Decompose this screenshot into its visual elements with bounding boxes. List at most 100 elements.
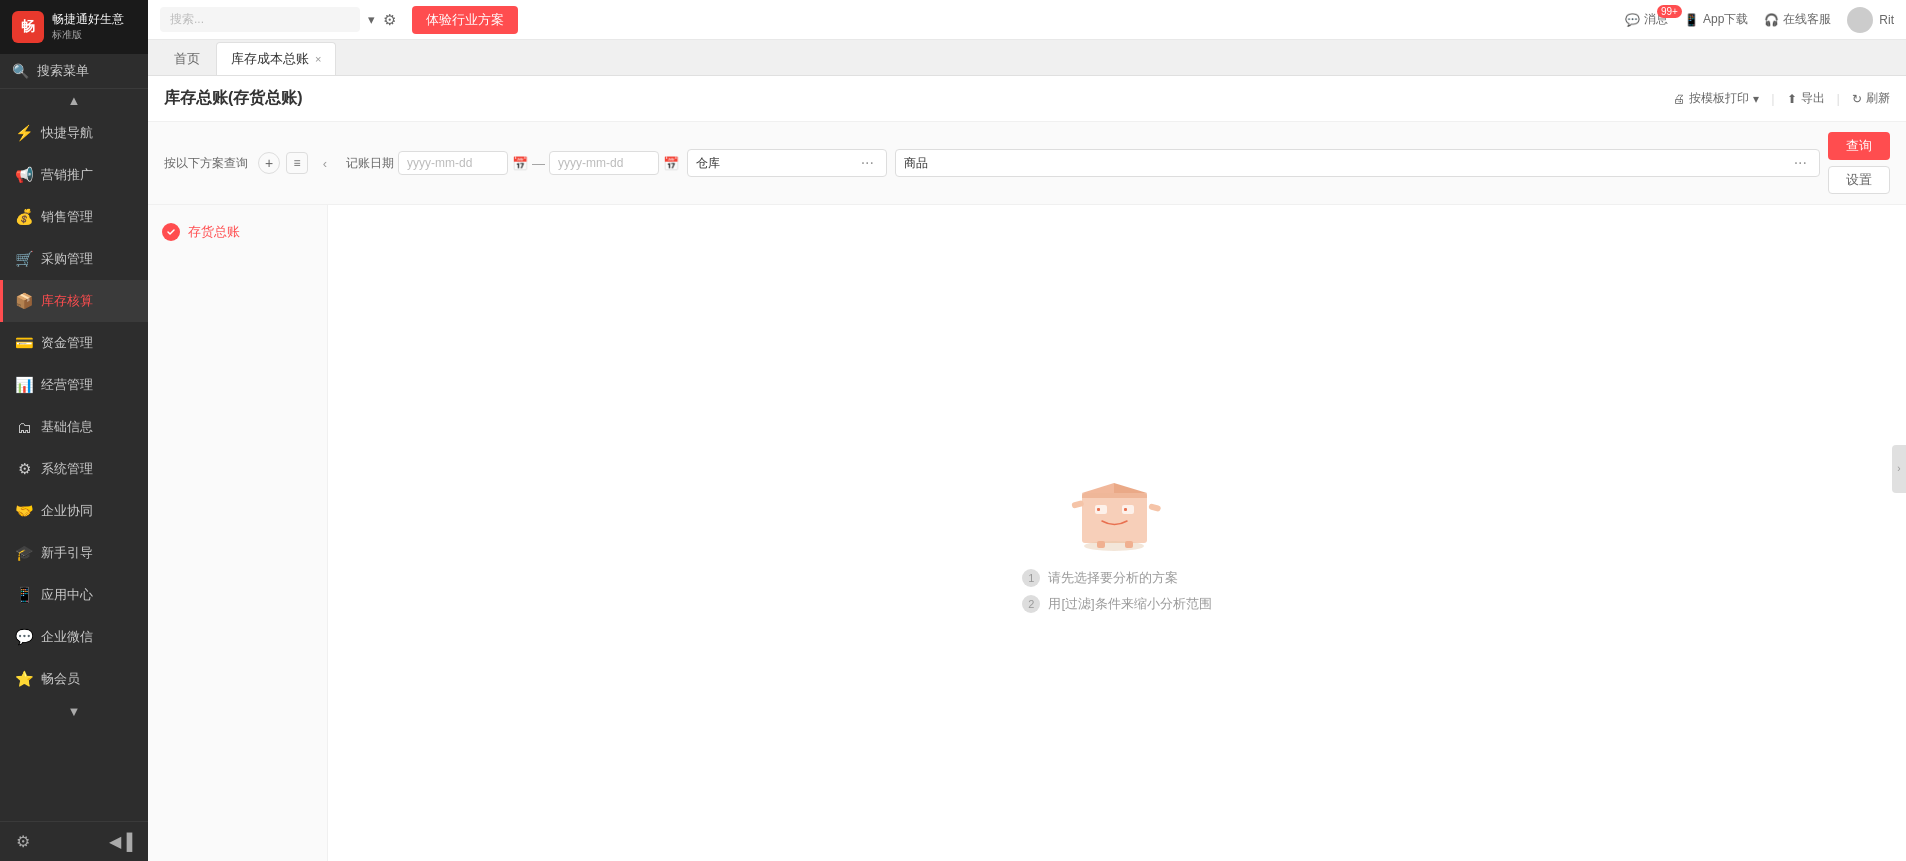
search-icon: 🔍 xyxy=(12,63,29,79)
product-more-icon: ··· xyxy=(1790,154,1811,172)
industry-solution-button[interactable]: 体验行业方案 xyxy=(412,6,518,34)
filter-collapse-btn[interactable]: ≡ xyxy=(286,152,308,174)
sidebar-item-system[interactable]: ⚙ 系统管理 xyxy=(0,448,148,490)
date-end-placeholder: yyyy-mm-dd xyxy=(558,156,623,170)
sidebar-nav: ▲ ⚡ 快捷导航 📢 营销推广 💰 销售管理 🛒 采购管理 📦 库存核算 💳 资… xyxy=(0,89,148,821)
sidebar-item-operations[interactable]: 📊 经营管理 xyxy=(0,364,148,406)
print-label: 按模板打印 xyxy=(1689,90,1749,107)
tab-home[interactable]: 首页 xyxy=(160,43,214,75)
sidebar-item-app-center[interactable]: 📱 应用中心 xyxy=(0,574,148,616)
export-btn[interactable]: ⬆ 导出 xyxy=(1787,90,1825,107)
app-center-icon: 📱 xyxy=(15,586,33,604)
date-label: 记账日期 xyxy=(346,155,394,172)
app-name-block: 畅捷通好生意 标准版 xyxy=(52,12,124,42)
date-end-input[interactable]: yyyy-mm-dd xyxy=(549,151,659,175)
sidebar-item-marketing[interactable]: 📢 营销推广 xyxy=(0,154,148,196)
tab-inventory-ledger[interactable]: 库存成本总账 × xyxy=(216,42,336,75)
query-button[interactable]: 查询 xyxy=(1828,132,1890,160)
system-icon: ⚙ xyxy=(15,460,33,478)
sidebar-search-menu[interactable]: 🔍 搜索菜单 xyxy=(0,54,148,89)
date-start-input[interactable]: yyyy-mm-dd xyxy=(398,151,508,175)
sales-icon: 💰 xyxy=(15,208,33,226)
sidebar-item-inventory[interactable]: 📦 库存核算 xyxy=(0,280,148,322)
topbar-dropdown-btn[interactable]: ▾ xyxy=(368,12,375,27)
calendar-end-icon[interactable]: 📅 xyxy=(663,156,679,171)
purchase-icon: 🛒 xyxy=(15,250,33,268)
svg-rect-2 xyxy=(1082,493,1147,498)
sidebar-item-basic-info[interactable]: 🗂 基础信息 xyxy=(0,406,148,448)
sidebar-item-member[interactable]: ⭐ 畅会员 xyxy=(0,658,148,700)
sidebar-item-guide[interactable]: 🎓 新手引导 xyxy=(0,532,148,574)
topbar-search-area[interactable]: 搜索... xyxy=(160,7,360,32)
sidebar-collapse-btn[interactable]: ◀▐ xyxy=(109,832,132,851)
sidebar-scroll-up[interactable]: ▲ xyxy=(0,89,148,112)
sidebar-item-sales[interactable]: 💰 销售管理 xyxy=(0,196,148,238)
user-name: Rit xyxy=(1879,13,1894,27)
topbar-settings-btn[interactable]: ⚙ xyxy=(383,11,396,29)
empty-tip-1: 1 请先选择要分析的方案 xyxy=(1022,569,1211,587)
finance-label: 资金管理 xyxy=(41,334,93,352)
topbar-right: 💬 消息 99+ 📱 App下载 🎧 在线客服 Rit xyxy=(1625,7,1894,33)
filter-buttons: 查询 设置 xyxy=(1828,132,1890,194)
messages-badge: 99+ xyxy=(1657,5,1682,18)
sidebar-settings-btn[interactable]: ⚙ xyxy=(16,832,30,851)
filter-add-btn[interactable]: + xyxy=(258,152,280,174)
app-logo-icon: 畅 xyxy=(12,11,44,43)
operations-icon: 📊 xyxy=(15,376,33,394)
arrow-left-icon: ‹ xyxy=(323,156,327,171)
filter-arrow-btn[interactable]: ‹ xyxy=(314,152,336,174)
panel-expand-btn[interactable]: › xyxy=(1892,445,1906,493)
basic-info-icon: 🗂 xyxy=(15,419,33,436)
app-version: 标准版 xyxy=(52,28,124,42)
sidebar-item-quick-nav[interactable]: ⚡ 快捷导航 xyxy=(0,112,148,154)
settings-button[interactable]: 设置 xyxy=(1828,166,1890,194)
sidebar-item-cooperation[interactable]: 🤝 企业协同 xyxy=(0,490,148,532)
tab-inventory-ledger-label: 库存成本总账 xyxy=(231,50,309,68)
cooperation-label: 企业协同 xyxy=(41,502,93,520)
product-label: 商品 xyxy=(904,155,928,172)
product-select[interactable]: 商品 ··· xyxy=(895,149,1820,177)
tab-inventory-ledger-close[interactable]: × xyxy=(315,54,321,65)
sidebar-item-finance[interactable]: 💳 资金管理 xyxy=(0,322,148,364)
finance-icon: 💳 xyxy=(15,334,33,352)
svg-rect-8 xyxy=(1097,541,1105,548)
topbar-search-placeholder: 搜索... xyxy=(170,11,204,28)
marketing-label: 营销推广 xyxy=(41,166,93,184)
app-download-btn[interactable]: 📱 App下载 xyxy=(1684,11,1748,28)
purchase-label: 采购管理 xyxy=(41,250,93,268)
export-label: 导出 xyxy=(1801,90,1825,107)
warehouse-select[interactable]: 仓库 ··· xyxy=(687,149,887,177)
topbar: 搜索... ▾ ⚙ 体验行业方案 💬 消息 99+ 📱 App下载 🎧 在线客服 xyxy=(148,0,1906,40)
guide-label: 新手引导 xyxy=(41,544,93,562)
plan-item-inventory-total[interactable]: 存货总账 xyxy=(148,215,327,249)
empty-state: 1 请先选择要分析的方案 2 用[过滤]条件来缩小分析范围 xyxy=(1022,453,1211,613)
empty-tip-1-text: 请先选择要分析的方案 xyxy=(1048,569,1178,587)
print-btn[interactable]: 🖨 按模板打印 ▾ xyxy=(1673,90,1759,107)
wechat-icon: 💬 xyxy=(15,628,33,646)
member-icon: ⭐ xyxy=(15,670,33,688)
page-header-actions: 🖨 按模板打印 ▾ | ⬆ 导出 | ↻ 刷新 xyxy=(1673,90,1890,107)
online-service-label: 在线客服 xyxy=(1783,11,1831,28)
sidebar-item-wechat[interactable]: 💬 企业微信 xyxy=(0,616,148,658)
user-profile-btn[interactable]: Rit xyxy=(1847,7,1894,33)
message-icon: 💬 xyxy=(1625,13,1640,27)
messages-btn[interactable]: 💬 消息 99+ xyxy=(1625,11,1668,28)
tabbar: 首页 库存成本总账 × xyxy=(148,40,1906,76)
plan-panel: 存货总账 xyxy=(148,205,1906,861)
filter-label: 按以下方案查询 xyxy=(164,155,248,172)
svg-rect-9 xyxy=(1125,541,1133,548)
empty-tips: 1 请先选择要分析的方案 2 用[过滤]条件来缩小分析范围 xyxy=(1022,569,1211,613)
calendar-start-icon[interactable]: 📅 xyxy=(512,156,528,171)
collapse-icon: ≡ xyxy=(293,156,300,170)
basic-info-label: 基础信息 xyxy=(41,418,93,436)
plan-item-label: 存货总账 xyxy=(188,223,240,241)
page-header: 库存总账(存货总账) 🖨 按模板打印 ▾ | ⬆ 导出 | ↻ 刷新 xyxy=(148,76,1906,122)
online-service-btn[interactable]: 🎧 在线客服 xyxy=(1764,11,1831,28)
panel-close-btn[interactable]: × xyxy=(1874,84,1898,108)
app-center-label: 应用中心 xyxy=(41,586,93,604)
phone-icon: 📱 xyxy=(1684,13,1699,27)
svg-rect-1 xyxy=(1082,493,1147,543)
plan-sidebar: 存货总账 xyxy=(148,205,328,861)
sidebar-scroll-down[interactable]: ▼ xyxy=(0,700,148,723)
sidebar-item-purchase[interactable]: 🛒 采购管理 xyxy=(0,238,148,280)
